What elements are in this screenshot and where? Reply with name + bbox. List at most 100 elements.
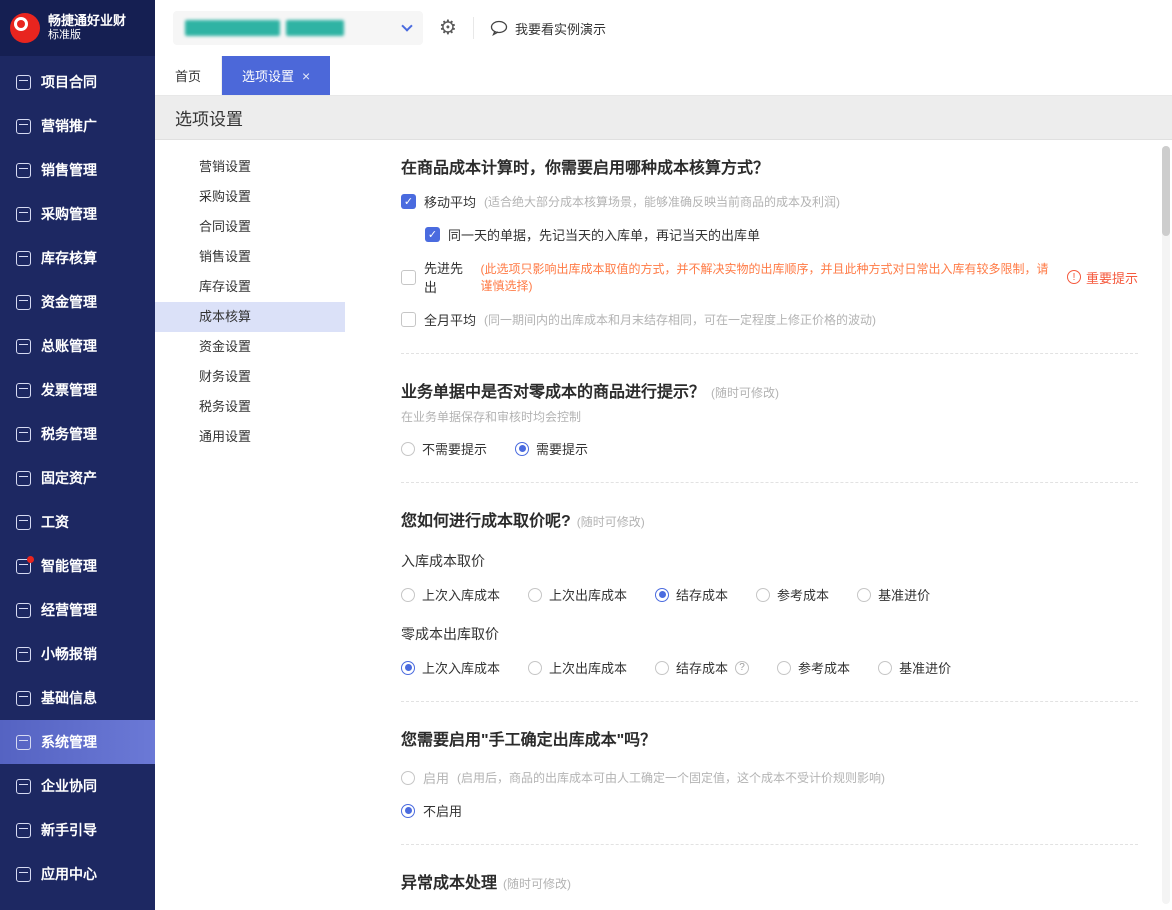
radio-base-price[interactable]: 基准进价	[857, 585, 930, 604]
sidebar-item-payroll[interactable]: 工资	[0, 500, 155, 544]
radio-label: 不需要提示	[422, 442, 488, 457]
monthly-average-note: (同一期间内的出库成本和月末结存相同，可在一定程度上修正价格的波动)	[484, 313, 877, 327]
fifo-label: 先进先出	[424, 261, 464, 295]
tab-settings[interactable]: 选项设置 ×	[222, 56, 331, 95]
nav-item-finance-settings[interactable]: 财务设置	[155, 362, 345, 392]
settings-gear-icon[interactable]: ⚙	[439, 18, 457, 38]
radio-icon[interactable]	[515, 441, 530, 456]
settings-nav: 营销设置 采购设置 合同设置 销售设置 库存设置 成本核算 资金设置 财务设置 …	[155, 140, 345, 910]
radio-icon[interactable]	[528, 587, 543, 602]
tab-label: 首页	[175, 69, 202, 84]
redacted-company-name	[286, 20, 344, 36]
radio-icon[interactable]	[857, 587, 872, 602]
company-selector[interactable]	[173, 11, 423, 45]
sidebar-item-label: 项目合同	[41, 74, 97, 90]
sidebar-item-fixed-assets[interactable]: 固定资产	[0, 456, 155, 500]
sidebar-item-beginner-guide[interactable]: 新手引导	[0, 808, 155, 852]
radio-label: 结存成本	[676, 661, 729, 676]
close-icon[interactable]: ×	[302, 68, 310, 84]
same-day-row[interactable]: ✓ 同一天的单据，先记当天的入库单，再记当天的出库单	[425, 225, 1138, 244]
radio-reference-cost[interactable]: 参考成本	[777, 658, 850, 677]
moving-average-checkbox[interactable]: ✓	[401, 194, 416, 209]
radio-icon[interactable]	[878, 660, 893, 675]
payroll-icon	[16, 514, 31, 530]
radio-last-outbound-cost[interactable]: 上次出库成本	[528, 585, 627, 604]
radio-balance-cost[interactable]: 结存成本	[655, 585, 728, 604]
section-title-text: 您如何进行成本取价呢?	[401, 513, 571, 530]
radio-last-inbound-cost[interactable]: 上次入库成本	[401, 585, 500, 604]
disable-row[interactable]: 不启用	[401, 801, 1138, 820]
nav-item-inventory-settings[interactable]: 库存设置	[155, 272, 345, 302]
nav-item-marketing-settings[interactable]: 营销设置	[155, 152, 345, 182]
same-day-checkbox[interactable]: ✓	[425, 227, 440, 242]
sidebar-item-purchase[interactable]: 采购管理	[0, 192, 155, 236]
nav-item-sales-settings[interactable]: 销售设置	[155, 242, 345, 272]
sidebar-item-basic-info[interactable]: 基础信息	[0, 676, 155, 720]
fifo-row[interactable]: 先进先出 (此选项只影响出库成本取值的方式，并不解决实物的出库顺序，并且此种方式…	[401, 258, 1138, 296]
sidebar-item-smart-mgmt[interactable]: 智能管理	[0, 544, 155, 588]
disable-radio[interactable]	[401, 803, 415, 818]
zero-tip-subtitle: 在业务单据保存和审核时均会控制	[401, 410, 582, 424]
sidebar-item-sales[interactable]: 销售管理	[0, 148, 155, 192]
sidebar-item-collaboration[interactable]: 企业协同	[0, 764, 155, 808]
fifo-note: (此选项只影响出库成本取值的方式，并不解决实物的出库顺序，并且此种方式对日常出入…	[480, 262, 1049, 293]
enable-radio[interactable]	[401, 770, 415, 785]
radio-reference-cost[interactable]: 参考成本	[756, 585, 829, 604]
radio-icon[interactable]	[777, 660, 792, 675]
tab-home[interactable]: 首页	[155, 56, 223, 95]
divider	[401, 482, 1138, 483]
radio-icon[interactable]	[401, 587, 415, 602]
nav-item-tax-settings[interactable]: 税务设置	[155, 392, 345, 422]
help-icon[interactable]: ?	[735, 660, 750, 675]
monthly-average-checkbox[interactable]	[401, 312, 416, 327]
fifo-checkbox[interactable]	[401, 269, 416, 285]
radio-label: 上次出库成本	[549, 661, 628, 676]
sidebar-item-project-contract[interactable]: 项目合同	[0, 60, 155, 104]
nav-item-fund-settings[interactable]: 资金设置	[155, 332, 345, 362]
radio-base-price[interactable]: 基准进价	[878, 658, 951, 677]
sidebar-item-app-center[interactable]: 应用中心	[0, 852, 155, 896]
nav-item-general-settings[interactable]: 通用设置	[155, 422, 345, 452]
radio-last-inbound-cost[interactable]: 上次入库成本	[401, 658, 500, 677]
sidebar-item-marketing[interactable]: 营销推广	[0, 104, 155, 148]
sidebar-item-label: 库存核算	[41, 250, 97, 266]
radio-last-outbound-cost[interactable]: 上次出库成本	[528, 658, 627, 677]
moving-average-note: (适合绝大部分成本核算场景，能够准确反映当前商品的成本及利润)	[484, 195, 841, 209]
radio-icon[interactable]	[756, 587, 771, 602]
radio-icon[interactable]	[528, 660, 543, 675]
radio-need-tip[interactable]: 需要提示	[515, 439, 588, 458]
enable-note: (启用后，商品的出库成本可由人工确定一个固定值，这个成本不受计价规则影响)	[457, 771, 886, 785]
sidebar-item-label: 基础信息	[41, 690, 97, 706]
demo-link[interactable]: 我要看实例演示	[490, 19, 606, 38]
sidebar-item-inventory[interactable]: 库存核算	[0, 236, 155, 280]
sidebar-item-general-ledger[interactable]: 总账管理	[0, 324, 155, 368]
radio-icon[interactable]	[401, 441, 415, 456]
important-notice-label: 重要提示	[1085, 270, 1138, 286]
radio-no-tip[interactable]: 不需要提示	[401, 439, 487, 458]
radio-icon[interactable]	[655, 660, 670, 675]
sidebar-item-business-mgmt[interactable]: 经营管理	[0, 588, 155, 632]
sidebar-item-funds[interactable]: 资金管理	[0, 280, 155, 324]
radio-icon[interactable]	[655, 587, 670, 602]
marketing-icon	[16, 118, 31, 134]
nav-item-contract-settings[interactable]: 合同设置	[155, 212, 345, 242]
sidebar-item-expense[interactable]: 小畅报销	[0, 632, 155, 676]
main-area: ⚙ 我要看实例演示 首页 选项设置 × 选项设置 营销设置 采购设置 合同设置	[155, 0, 1172, 910]
monthly-average-row[interactable]: 全月平均 (同一期间内的出库成本和月末结存相同，可在一定程度上修正价格的波动)	[401, 310, 1138, 329]
enable-row[interactable]: 启用 (启用后，商品的出库成本可由人工确定一个固定值，这个成本不受计价规则影响)	[401, 768, 1138, 787]
sidebar-nav: 项目合同 营销推广 销售管理 采购管理 库存核算 资金管理 总账管理 发票管理 …	[0, 56, 155, 910]
sidebar-item-system-mgmt[interactable]: 系统管理	[0, 720, 155, 764]
radio-balance-cost[interactable]: 结存成本?	[655, 658, 750, 677]
scrollbar[interactable]	[1162, 146, 1170, 904]
nav-item-purchase-settings[interactable]: 采购设置	[155, 182, 345, 212]
radio-icon[interactable]	[401, 660, 415, 675]
topbar: ⚙ 我要看实例演示	[155, 0, 1172, 56]
sidebar-item-label: 采购管理	[41, 206, 97, 222]
nav-item-cost-accounting[interactable]: 成本核算	[155, 302, 345, 332]
sidebar-item-invoice[interactable]: 发票管理	[0, 368, 155, 412]
moving-average-row[interactable]: ✓ 移动平均 (适合绝大部分成本核算场景，能够准确反映当前商品的成本及利润)	[401, 192, 1138, 211]
sidebar-item-tax[interactable]: 税务管理	[0, 412, 155, 456]
scrollbar-thumb[interactable]	[1162, 146, 1170, 236]
important-notice-link[interactable]: ! 重要提示	[1066, 268, 1138, 287]
section-title-text: 业务单据中是否对零成本的商品进行提示？	[401, 384, 706, 401]
